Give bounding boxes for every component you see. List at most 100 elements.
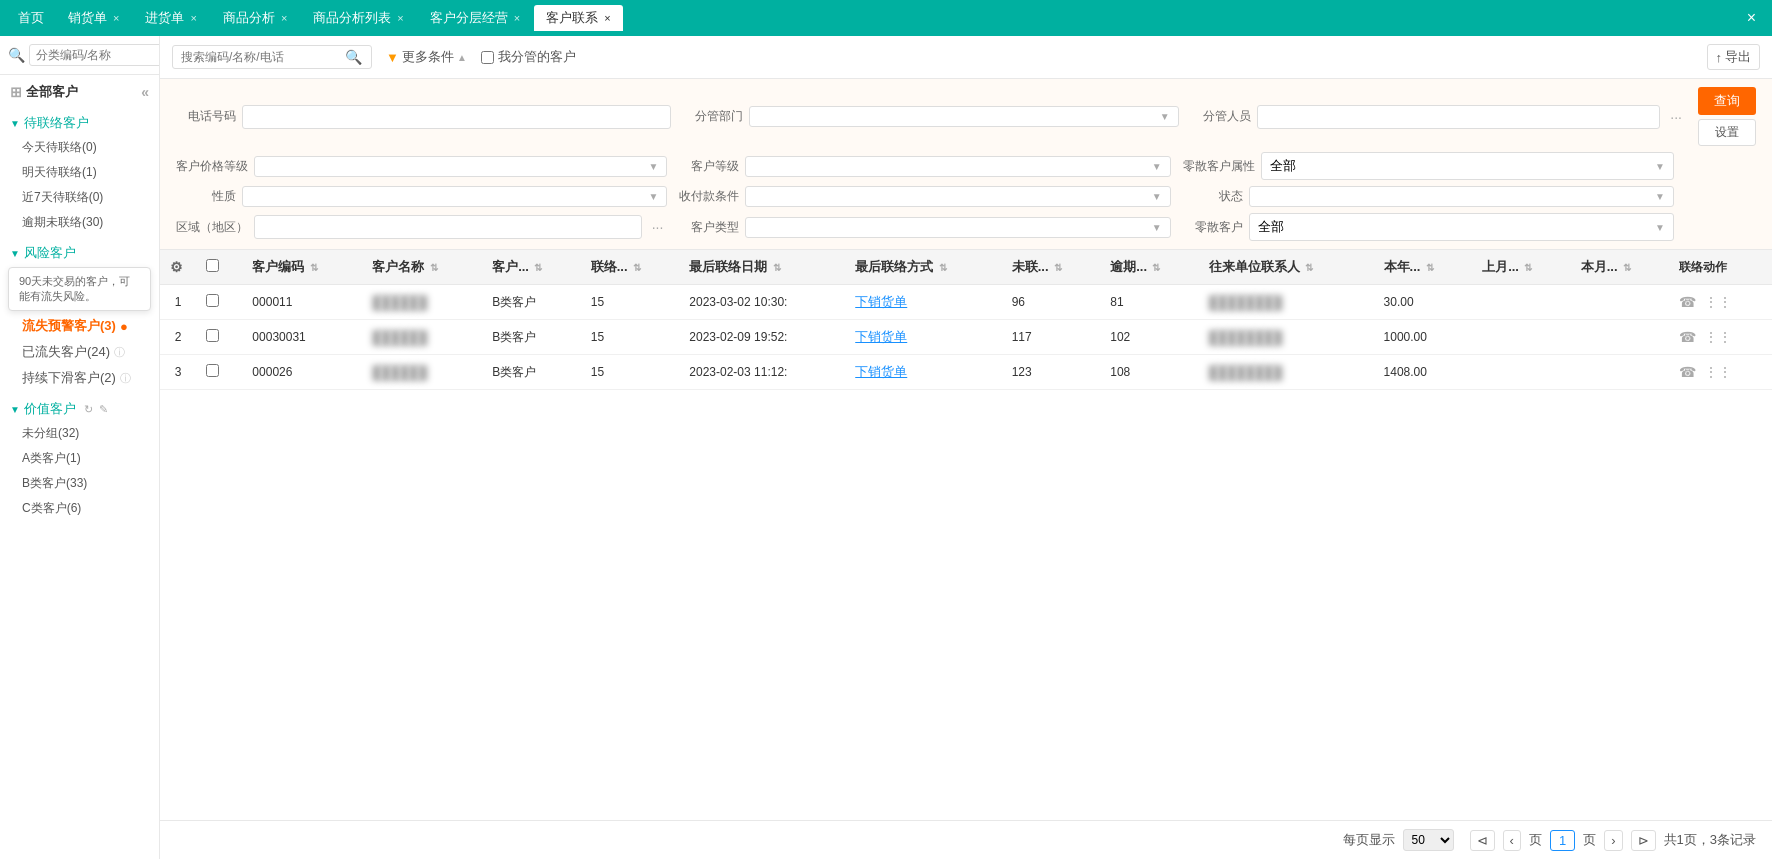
query-button[interactable]: 查询 — [1698, 87, 1756, 115]
action-more-icon[interactable]: ⋮⋮ — [1704, 364, 1732, 380]
sort-type-icon: ⇅ — [534, 262, 542, 273]
region-input[interactable] — [254, 215, 642, 239]
sidebar-group-risk[interactable]: ▼ 风险客户 — [0, 239, 159, 265]
row-last-month — [1472, 355, 1571, 390]
manager-input[interactable] — [1257, 105, 1661, 129]
sort-lmonth-icon: ⇅ — [1524, 262, 1532, 273]
table-gear-icon[interactable]: ⚙ — [170, 259, 183, 275]
main-search-icon[interactable]: 🔍 — [345, 49, 362, 65]
more-filter-button[interactable]: ▼ 更多条件 ▲ — [380, 45, 473, 69]
phone-input[interactable] — [242, 105, 671, 129]
sidebar-item-c-class[interactable]: C类客户(6) — [0, 496, 159, 521]
close-customerlevel-icon[interactable]: × — [514, 12, 520, 24]
retail-attr-select[interactable]: 全部 ▼ — [1261, 152, 1674, 180]
th-last-month[interactable]: 上月... ⇅ — [1472, 250, 1571, 285]
payment-arrow-icon: ▼ — [1152, 191, 1162, 202]
row-checkbox[interactable] — [206, 364, 219, 377]
sidebar-item-ungroup[interactable]: 未分组(32) — [0, 421, 159, 446]
nav-tab-purchaseorder[interactable]: 进货单 × — [133, 5, 208, 31]
close-purchaseorder-icon[interactable]: × — [190, 12, 196, 24]
nav-tab-salesorder[interactable]: 销货单 × — [56, 5, 131, 31]
th-name[interactable]: 客户名称 ⇅ — [362, 250, 482, 285]
value-refresh-icon[interactable]: ↻ — [84, 403, 93, 416]
my-customers-checkbox-label[interactable]: 我分管的客户 — [481, 48, 576, 66]
value-edit-icon[interactable]: ✎ — [99, 403, 108, 416]
search-input-wrap[interactable]: 🔍 — [172, 45, 372, 69]
close-productanalysis-icon[interactable]: × — [281, 12, 287, 24]
th-contact[interactable]: 联络... ⇅ — [581, 250, 680, 285]
settings-button[interactable]: 设置 — [1698, 119, 1756, 146]
row-type: B类客户 — [482, 355, 581, 390]
nav-home[interactable]: 首页 — [8, 5, 54, 31]
first-page-button[interactable]: ⊲ — [1470, 830, 1495, 851]
sidebar-search-input[interactable] — [29, 44, 160, 66]
sidebar-item-7days[interactable]: 近7天待联络(0) — [0, 185, 159, 210]
prev-page-button[interactable]: ‹ — [1503, 830, 1521, 851]
th-this-month[interactable]: 本月... ⇅ — [1571, 250, 1670, 285]
customer-grade-select[interactable]: ▼ — [745, 156, 1170, 177]
manager-dots-icon[interactable]: ··· — [1666, 109, 1686, 125]
dept-select[interactable]: ▼ — [749, 106, 1178, 127]
th-contact-person[interactable]: 往来单位联系人 ⇅ — [1199, 250, 1374, 285]
last-page-button[interactable]: ⊳ — [1631, 830, 1656, 851]
row-contact: 15 — [581, 320, 680, 355]
close-customercontact-icon[interactable]: × — [604, 12, 610, 24]
my-customers-checkbox[interactable] — [481, 51, 494, 64]
sidebar-item-b-class[interactable]: B类客户(33) — [0, 471, 159, 496]
th-uncontacted[interactable]: 未联... ⇅ — [1002, 250, 1101, 285]
nav-tab-customercontact[interactable]: 客户联系 × — [534, 5, 622, 31]
status-select[interactable]: ▼ — [1249, 186, 1674, 207]
nav-tab-productanalysis[interactable]: 商品分析 × — [211, 5, 299, 31]
th-last-date[interactable]: 最后联络日期 ⇅ — [679, 250, 845, 285]
sidebar-item-today[interactable]: 今天待联络(0) — [0, 135, 159, 160]
sidebar-item-churned[interactable]: 已流失客户(24) ⓘ — [0, 339, 159, 365]
row-checkbox[interactable] — [206, 294, 219, 307]
per-page-select[interactable]: 50 100 200 — [1403, 829, 1454, 851]
action-phone-icon[interactable]: ☎ — [1679, 364, 1696, 380]
sidebar-collapse-icon[interactable]: « — [141, 84, 149, 100]
th-last-method[interactable]: 最后联络方式 ⇅ — [845, 250, 1001, 285]
sidebar-item-tomorrow[interactable]: 明天待联络(1) — [0, 160, 159, 185]
customer-type-select[interactable]: ▼ — [745, 217, 1170, 238]
th-overdue[interactable]: 逾期... ⇅ — [1100, 250, 1199, 285]
action-more-icon[interactable]: ⋮⋮ — [1704, 294, 1732, 310]
value-arrow-icon: ▼ — [10, 404, 20, 415]
payment-select[interactable]: ▼ — [745, 186, 1170, 207]
contact-method-link[interactable]: 下销货单 — [855, 364, 907, 379]
sidebar-group-pending[interactable]: ▼ 待联络客户 — [0, 109, 159, 135]
th-this-year[interactable]: 本年... ⇅ — [1374, 250, 1473, 285]
pending-arrow-icon: ▼ — [10, 118, 20, 129]
sidebar-item-a-class[interactable]: A类客户(1) — [0, 446, 159, 471]
export-button[interactable]: ↑ 导出 — [1707, 44, 1761, 70]
current-page-number[interactable]: 1 — [1550, 830, 1575, 851]
window-close-icon[interactable]: × — [1739, 5, 1764, 31]
region-dots-icon[interactable]: ··· — [648, 219, 668, 235]
contact-method-link[interactable]: 下销货单 — [855, 329, 907, 344]
row-this-year: 30.00 — [1374, 285, 1473, 320]
table-header-row: ⚙ 客户编码 ⇅ 客户名称 ⇅ — [160, 250, 1772, 285]
customer-grade-arrow-icon: ▼ — [1152, 161, 1162, 172]
row-actions: ☎ ⋮⋮ — [1669, 355, 1772, 390]
retail-customer-select[interactable]: 全部 ▼ — [1249, 213, 1674, 241]
nav-tab-customerlevel[interactable]: 客户分层经营 × — [418, 5, 532, 31]
next-page-button[interactable]: › — [1604, 830, 1622, 851]
close-salesorder-icon[interactable]: × — [113, 12, 119, 24]
action-phone-icon[interactable]: ☎ — [1679, 329, 1696, 345]
th-type[interactable]: 客户... ⇅ — [482, 250, 581, 285]
close-productlist-icon[interactable]: × — [397, 12, 403, 24]
th-code[interactable]: 客户编码 ⇅ — [242, 250, 362, 285]
sidebar-group-value[interactable]: ▼ 价值客户 ↻ ✎ — [0, 395, 159, 421]
sidebar-item-declining[interactable]: 持续下滑客户(2) ⓘ — [0, 365, 159, 391]
nav-tab-productlist[interactable]: 商品分析列表 × — [301, 5, 415, 31]
sidebar-item-overdue[interactable]: 逾期未联络(30) — [0, 210, 159, 235]
nature-select[interactable]: ▼ — [242, 186, 667, 207]
main-search-input[interactable] — [181, 50, 341, 64]
sidebar-item-churn-warning[interactable]: 流失预警客户(3) ● — [0, 313, 159, 339]
sidebar-search-icon[interactable]: 🔍 — [8, 47, 25, 63]
price-grade-select[interactable]: ▼ — [254, 156, 667, 177]
contact-method-link[interactable]: 下销货单 — [855, 294, 907, 309]
select-all-checkbox[interactable] — [206, 259, 219, 272]
row-checkbox[interactable] — [206, 329, 219, 342]
action-more-icon[interactable]: ⋮⋮ — [1704, 329, 1732, 345]
action-phone-icon[interactable]: ☎ — [1679, 294, 1696, 310]
